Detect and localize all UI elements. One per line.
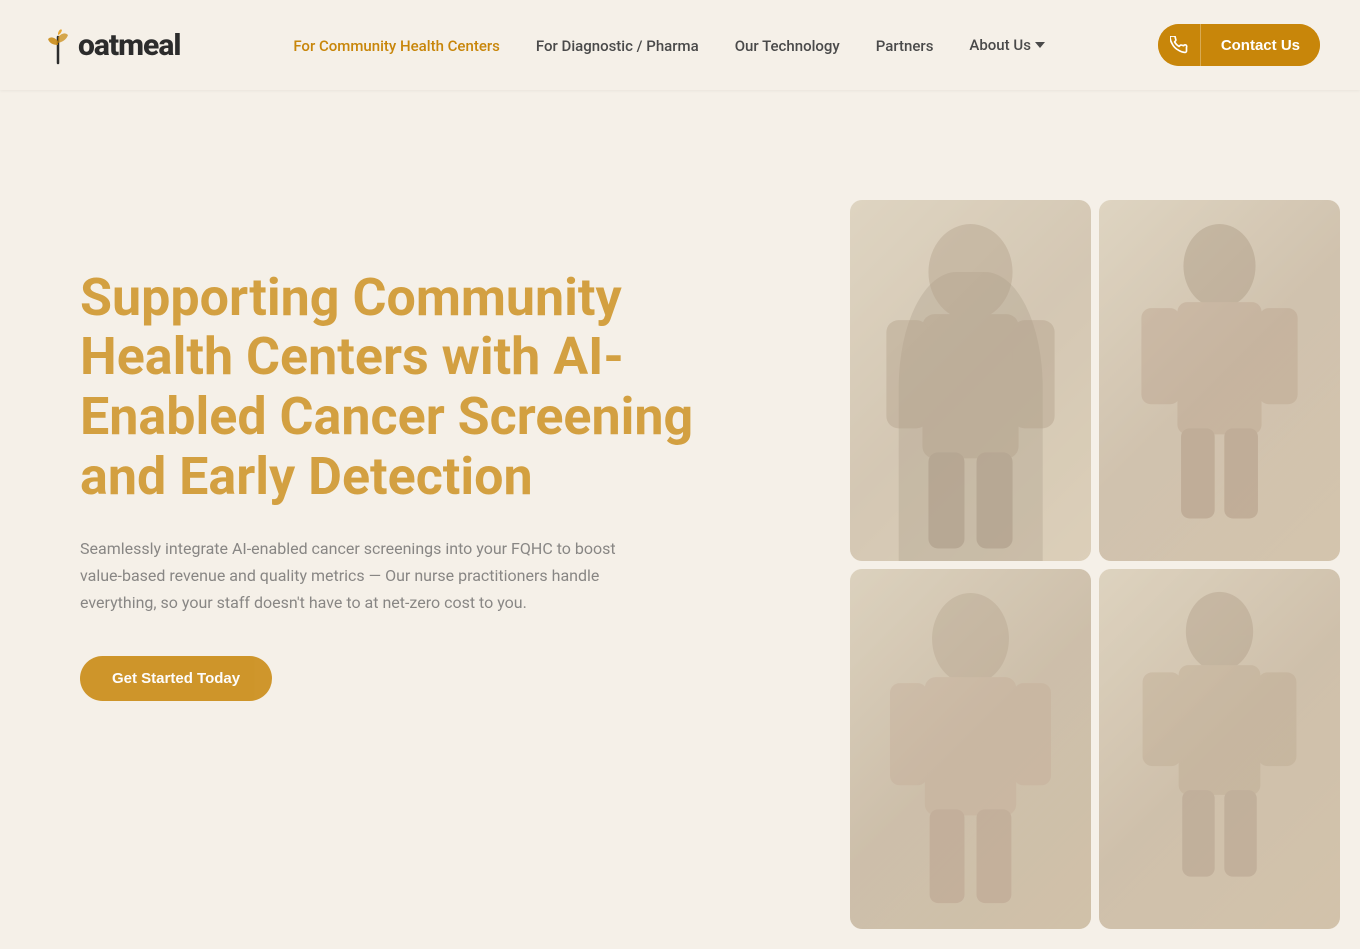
nav-item-about[interactable]: About Us [969,36,1045,54]
hero-section: Supporting Community Health Centers with… [0,90,1360,859]
phone-icon-wrapper [1158,24,1200,66]
hero-image-4 [1099,569,1340,930]
nav-item-community[interactable]: For Community Health Centers [293,36,500,55]
nav-item-partners[interactable]: Partners [876,36,934,55]
logo-area[interactable]: oatmeal [40,25,180,65]
logo-text: oatmeal [78,28,180,63]
hero-content: Supporting Community Health Centers with… [80,268,700,702]
nav-links: For Community Health Centers For Diagnos… [293,36,1045,55]
hero-image-2 [1099,200,1340,561]
nav-link-pharma[interactable]: For Diagnostic / Pharma [536,37,699,55]
hero-cta-button[interactable]: Get Started Today [80,656,272,701]
phone-icon [1170,36,1188,54]
contact-button[interactable]: Contact Us [1158,24,1320,66]
hero-title: Supporting Community Health Centers with… [80,268,700,507]
nav-link-community[interactable]: For Community Health Centers [293,37,500,55]
nav-link-about[interactable]: About Us [969,36,1045,54]
chevron-down-icon [1035,42,1045,48]
hero-subtitle: Seamlessly integrate AI-enabled cancer s… [80,535,640,617]
nav-item-pharma[interactable]: For Diagnostic / Pharma [536,36,699,55]
navbar: oatmeal For Community Health Centers For… [0,0,1360,90]
hero-image-1 [850,200,1091,561]
logo-icon [40,25,76,65]
contact-button-label: Contact Us [1201,24,1320,66]
hero-image-3 [850,569,1091,930]
nav-link-partners[interactable]: Partners [876,37,934,55]
hero-image-grid [830,180,1360,949]
nav-item-technology[interactable]: Our Technology [735,36,840,55]
nav-link-technology[interactable]: Our Technology [735,37,840,55]
